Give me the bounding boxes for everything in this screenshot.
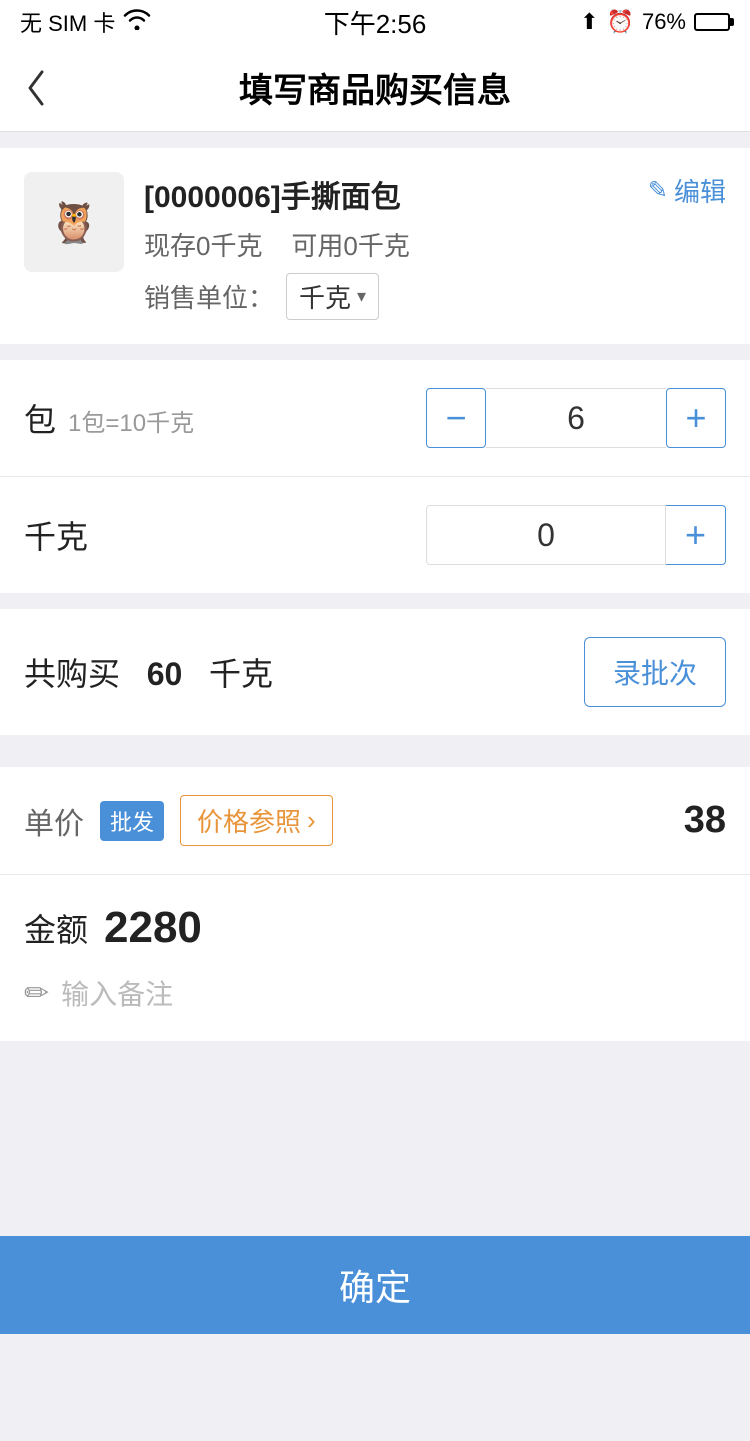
page-title: 填写商品购买信息 — [239, 63, 511, 112]
edit-button[interactable]: ✎ 编辑 — [648, 172, 726, 209]
battery-percent: 76% — [642, 9, 686, 35]
unit-dropdown-icon: ▾ — [357, 286, 366, 307]
price-value: 38 — [684, 799, 726, 842]
total-row: 共购买 60 千克 录批次 — [0, 609, 750, 735]
product-owl-icon: 🦉 — [49, 199, 99, 246]
quantity-section: 包 1包=10千克 − + 千克 + — [0, 360, 750, 593]
available-label: 可用0千克 — [291, 231, 409, 261]
unit-select[interactable]: 千克 ▾ — [286, 273, 379, 320]
bao-quantity-controls: − + — [426, 388, 726, 448]
price-ref-button[interactable]: 价格参照 › — [180, 795, 333, 846]
kg-label-main: 千克 — [24, 512, 88, 558]
quantity-row-bao: 包 1包=10千克 − + — [0, 360, 750, 477]
edit-label: 编辑 — [674, 172, 726, 209]
batch-button[interactable]: 录批次 — [584, 637, 726, 707]
battery-icon — [694, 13, 730, 31]
back-button[interactable] — [24, 68, 48, 108]
section-divider-3 — [0, 735, 750, 751]
bao-label-hint: 1包=10千克 — [68, 403, 194, 438]
product-unit-row: 销售单位： 千克 ▾ — [144, 273, 726, 320]
carrier-label: 无 SIM 卡 — [20, 6, 115, 38]
confirm-button[interactable]: 确定 — [0, 1236, 750, 1334]
unit-prefix-label: 销售单位： — [144, 278, 274, 315]
price-ref-label: 价格参照 — [197, 802, 301, 839]
edit-icon: ✎ — [648, 176, 668, 205]
stock-label: 现存0千克 — [144, 231, 262, 261]
bao-minus-button[interactable]: − — [426, 388, 486, 448]
product-card: 🦉 [0000006]手撕面包 现存0千克 可用0千克 销售单位： 千克 ▾ ✎… — [0, 148, 750, 344]
status-bar: 无 SIM 卡 下午2:56 ⬆ ⏰ 76% — [0, 0, 750, 44]
status-bar-left: 无 SIM 卡 — [20, 6, 151, 38]
total-prefix: 共购买 — [24, 656, 120, 692]
price-batch-tag: 批发 — [100, 801, 164, 841]
bao-quantity-input[interactable] — [486, 388, 666, 448]
total-text: 共购买 60 千克 — [24, 649, 273, 695]
location-icon: ⬆ — [580, 9, 598, 35]
remark-icon: ✏ — [24, 976, 49, 1011]
bao-plus-button[interactable]: + — [666, 388, 726, 448]
price-section: 单价 批发 价格参照 › 38 — [0, 767, 750, 875]
kg-quantity-controls: + — [426, 505, 726, 565]
total-value: 60 — [147, 656, 183, 692]
alarm-icon: ⏰ — [607, 9, 634, 35]
remark-row[interactable]: ✏ 输入备注 — [24, 973, 726, 1013]
amount-section: 金额 2280 ✏ 输入备注 — [0, 875, 750, 1041]
amount-row: 金额 2280 — [24, 903, 726, 953]
kg-plus-button[interactable]: + — [666, 505, 726, 565]
remark-placeholder: 输入备注 — [61, 973, 173, 1013]
nav-bar: 填写商品购买信息 — [0, 44, 750, 132]
product-image: 🦉 — [24, 172, 124, 272]
bao-label-main: 包 — [24, 395, 56, 441]
status-bar-time: 下午2:56 — [324, 4, 427, 41]
price-ref-arrow-icon: › — [307, 805, 316, 836]
amount-label: 金额 — [24, 905, 88, 951]
wifi-icon — [123, 8, 151, 36]
bao-label: 包 1包=10千克 — [24, 395, 426, 441]
kg-label: 千克 — [24, 512, 426, 558]
kg-quantity-input[interactable] — [426, 505, 666, 565]
section-divider-2 — [0, 593, 750, 609]
quantity-row-kg: 千克 + — [0, 477, 750, 593]
product-name: [0000006]手撕面包 — [144, 172, 726, 216]
product-stock: 现存0千克 可用0千克 — [144, 226, 726, 263]
amount-value: 2280 — [104, 903, 202, 953]
unit-value: 千克 — [299, 278, 351, 315]
product-info: [0000006]手撕面包 现存0千克 可用0千克 销售单位： 千克 ▾ — [144, 172, 726, 320]
total-unit: 千克 — [209, 656, 273, 692]
status-bar-right: ⬆ ⏰ 76% — [580, 9, 730, 35]
price-label: 单价 — [24, 799, 84, 843]
section-divider-1 — [0, 344, 750, 360]
